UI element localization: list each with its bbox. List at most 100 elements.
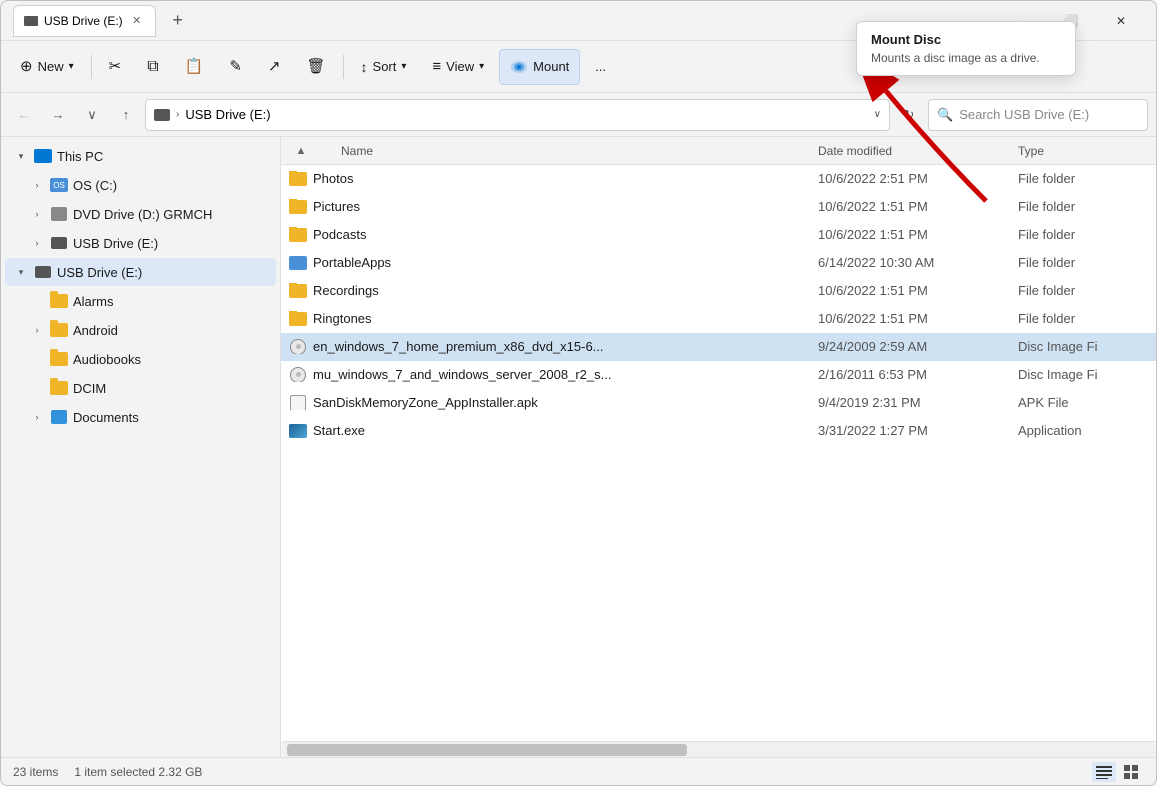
file-date: 9/24/2009 2:59 AM <box>818 339 1018 354</box>
sidebar-item-usb1[interactable]: › USB Drive (E:) <box>5 229 276 257</box>
file-row[interactable]: PortableApps 6/14/2022 10:30 AM File fol… <box>281 249 1156 277</box>
col-name-header[interactable]: Name <box>313 144 818 158</box>
cut-button[interactable]: ✂ <box>98 49 133 85</box>
file-row[interactable]: Pictures 10/6/2022 1:51 PM File folder <box>281 193 1156 221</box>
file-name: Ringtones <box>313 311 372 326</box>
address-path[interactable]: › USB Drive (E:) ∨ <box>145 99 890 131</box>
view-label: View <box>446 59 474 74</box>
file-type: Disc Image Fi <box>1018 339 1148 354</box>
file-icon <box>289 172 307 186</box>
android-icon <box>49 322 69 338</box>
tab-close-button[interactable]: ✕ <box>129 13 145 29</box>
file-name: en_windows_7_home_premium_x86_dvd_x15-6.… <box>313 339 604 354</box>
file-date: 10/6/2022 1:51 PM <box>818 227 1018 242</box>
dvd-label: DVD Drive (D:) GRMCH <box>73 207 212 222</box>
file-row[interactable]: Photos 10/6/2022 2:51 PM File folder <box>281 165 1156 193</box>
scrollbar-thumb[interactable] <box>287 744 687 756</box>
more-button[interactable]: ... <box>584 49 617 85</box>
main-tab[interactable]: USB Drive (E:) ✕ <box>13 5 156 37</box>
rename-button[interactable]: ✎ <box>218 49 253 85</box>
delete-button[interactable]: 🗑 <box>295 49 336 85</box>
file-date: 9/4/2019 2:31 PM <box>818 395 1018 410</box>
alarms-expand-arrow <box>29 293 45 309</box>
toolbar-sep-2 <box>343 55 344 79</box>
address-drive-icon <box>154 109 170 121</box>
file-icon <box>289 424 307 438</box>
usb1-expand-arrow: › <box>29 235 45 251</box>
sidebar-item-alarms[interactable]: Alarms <box>5 287 276 315</box>
usb1-label: USB Drive (E:) <box>73 236 158 251</box>
file-date: 10/6/2022 2:51 PM <box>818 171 1018 186</box>
file-date: 2/16/2011 6:53 PM <box>818 367 1018 382</box>
file-date: 6/14/2022 10:30 AM <box>818 255 1018 270</box>
file-row[interactable]: Recordings 10/6/2022 1:51 PM File folder <box>281 277 1156 305</box>
tooltip-title: Mount Disc <box>871 32 1061 47</box>
sort-icon: ↕ <box>361 60 368 74</box>
column-header: ▲ Name Date modified Type <box>281 137 1156 165</box>
sidebar: ▾ This PC › OS OS (C:) › DVD Dri <box>1 137 281 757</box>
tab-title: USB Drive (E:) <box>44 14 123 28</box>
col-type-header[interactable]: Type <box>1018 144 1148 158</box>
dropdown-button[interactable]: ∨ <box>77 100 107 130</box>
file-date: 3/31/2022 1:27 PM <box>818 423 1018 438</box>
dvd-expand-arrow: › <box>29 206 45 222</box>
sidebar-item-dvd[interactable]: › DVD Drive (D:) GRMCH <box>5 200 276 228</box>
share-icon: ↗ <box>268 59 281 74</box>
grid-view-button[interactable] <box>1120 762 1144 782</box>
file-type: APK File <box>1018 395 1148 410</box>
copy-button[interactable]: ⧉ <box>136 49 169 85</box>
horizontal-scrollbar[interactable] <box>283 741 1154 757</box>
documents-icon <box>49 409 69 425</box>
thispc-icon <box>33 148 53 164</box>
file-icon <box>289 256 307 270</box>
search-box[interactable]: 🔍 Search USB Drive (E:) <box>928 99 1148 131</box>
file-icon <box>289 200 307 214</box>
osc-label: OS (C:) <box>73 178 117 193</box>
sort-button[interactable]: ↕ Sort ▾ <box>350 49 418 85</box>
sidebar-item-thispc[interactable]: ▾ This PC <box>5 142 276 170</box>
file-icon <box>289 396 307 410</box>
address-dropdown-chevron: ∨ <box>874 109 881 120</box>
file-row[interactable]: Ringtones 10/6/2022 1:51 PM File folder <box>281 305 1156 333</box>
alarms-icon <box>49 293 69 309</box>
thispc-expand-arrow: ▾ <box>13 148 29 164</box>
back-button[interactable]: ← <box>9 100 39 130</box>
share-button[interactable]: ↗ <box>257 49 292 85</box>
tab-add-button[interactable]: + <box>164 7 192 35</box>
file-name: PortableApps <box>313 255 391 270</box>
documents-expand-arrow: › <box>29 409 45 425</box>
view-button[interactable]: ≡ View ▾ <box>421 49 495 85</box>
paste-button[interactable]: 📋 <box>174 49 215 85</box>
dcim-expand-arrow <box>29 380 45 396</box>
forward-button[interactable]: → <box>43 100 73 130</box>
delete-icon: 🗑 <box>306 59 325 74</box>
file-type: File folder <box>1018 283 1148 298</box>
rename-icon: ✎ <box>229 59 242 74</box>
up-button[interactable]: ↑ <box>111 100 141 130</box>
file-row[interactable]: mu_windows_7_and_windows_server_2008_r2_… <box>281 361 1156 389</box>
more-label: ... <box>595 59 606 74</box>
sidebar-item-osc[interactable]: › OS OS (C:) <box>5 171 276 199</box>
new-button[interactable]: ⊕ New ▾ <box>9 49 85 85</box>
file-row[interactable]: SanDiskMemoryZone_AppInstaller.apk 9/4/2… <box>281 389 1156 417</box>
file-row[interactable]: Podcasts 10/6/2022 1:51 PM File folder <box>281 221 1156 249</box>
tooltip: Mount Disc Mounts a disc image as a driv… <box>856 21 1076 76</box>
file-area: ▲ Name Date modified Type Photos 10/6/20… <box>281 137 1156 757</box>
close-button[interactable]: ✕ <box>1098 5 1144 37</box>
sidebar-item-android[interactable]: › Android <box>5 316 276 344</box>
file-date: 10/6/2022 1:51 PM <box>818 283 1018 298</box>
file-type: File folder <box>1018 311 1148 326</box>
file-row[interactable]: Start.exe 3/31/2022 1:27 PM Application <box>281 417 1156 445</box>
refresh-button[interactable]: ↻ <box>894 100 924 130</box>
sidebar-item-audiobooks[interactable]: Audiobooks <box>5 345 276 373</box>
sidebar-item-documents[interactable]: › Documents <box>5 403 276 431</box>
col-date-header[interactable]: Date modified <box>818 144 1018 158</box>
mount-button[interactable]: Mount <box>499 49 580 85</box>
list-view-button[interactable] <box>1092 762 1116 782</box>
file-name: Start.exe <box>313 423 365 438</box>
audiobooks-icon <box>49 351 69 367</box>
sidebar-item-dcim[interactable]: DCIM <box>5 374 276 402</box>
file-row[interactable]: en_windows_7_home_premium_x86_dvd_x15-6.… <box>281 333 1156 361</box>
sidebar-item-usb2[interactable]: ▾ USB Drive (E:) <box>5 258 276 286</box>
file-type: Disc Image Fi <box>1018 367 1148 382</box>
